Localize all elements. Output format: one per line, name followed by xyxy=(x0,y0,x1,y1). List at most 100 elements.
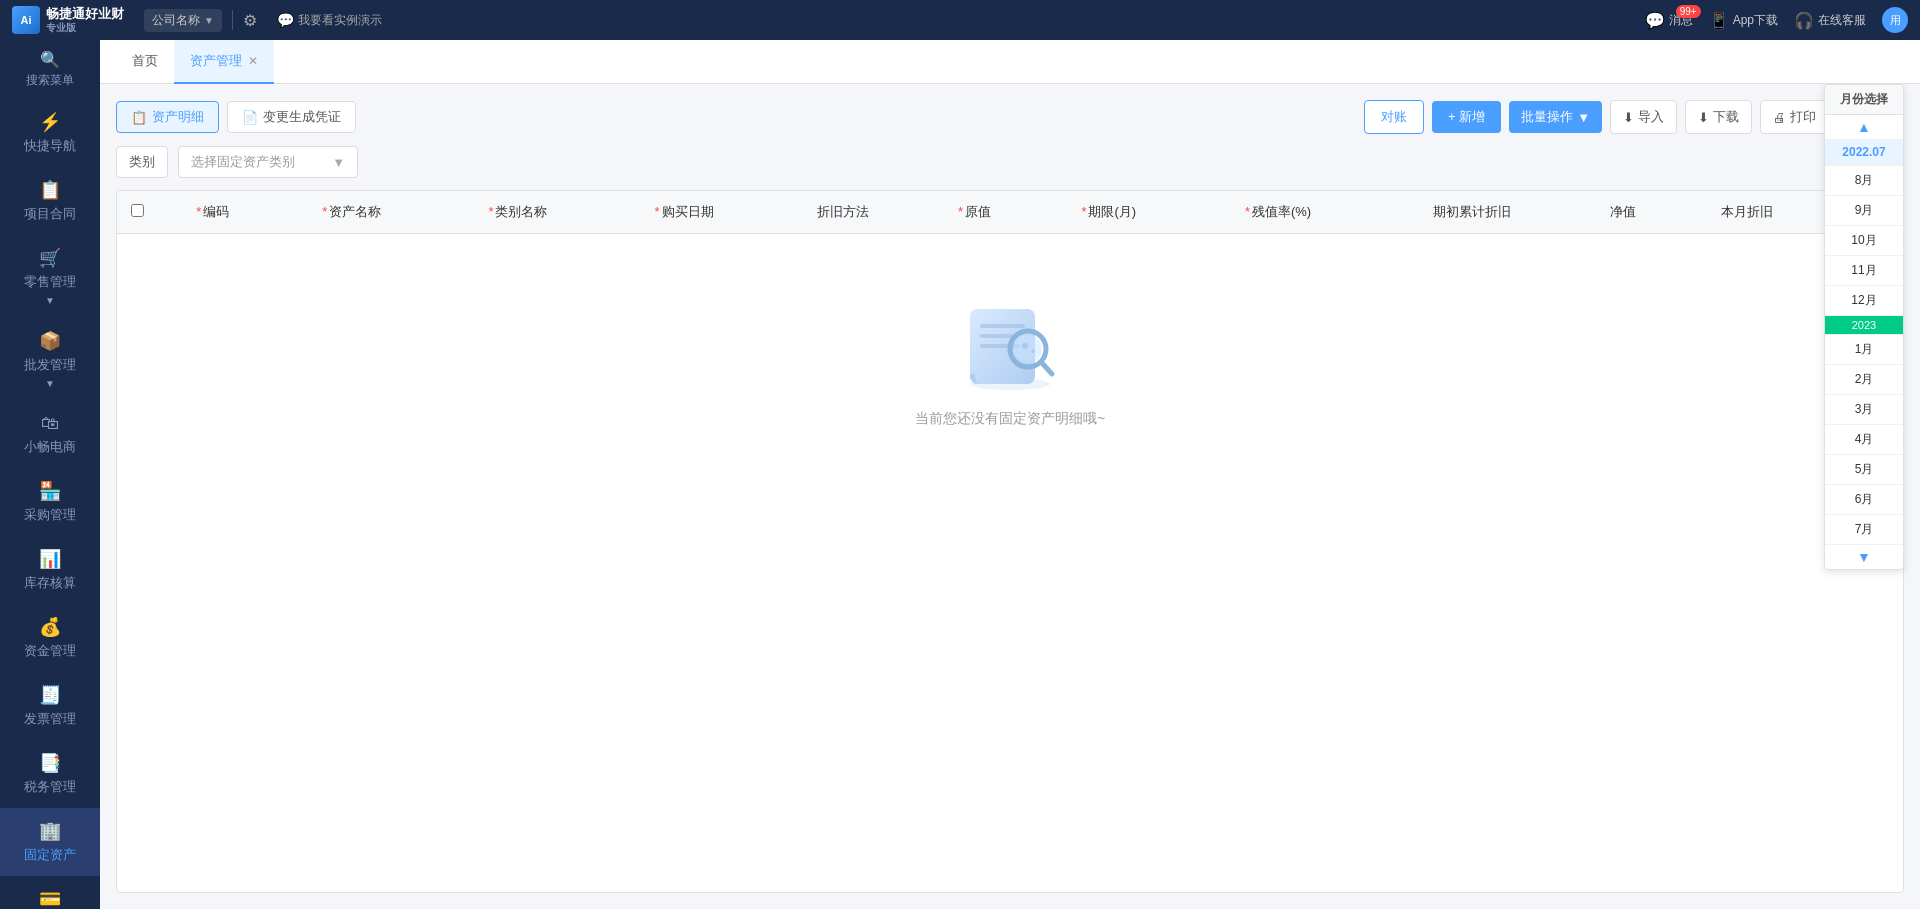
sidebar-project-label: 项目合同 xyxy=(24,205,76,223)
col-header-accumulated-depreciation: 期初累计折旧 xyxy=(1369,191,1575,234)
month-item-11[interactable]: 11月 xyxy=(1825,256,1903,286)
month-item-4-2023[interactable]: 4月 xyxy=(1825,425,1903,455)
print-label: 打印 xyxy=(1790,108,1816,126)
col-header-depreciation-method: 折旧方法 xyxy=(767,191,918,234)
main-layout: 🔍 搜索菜单 ⚡ 快捷导航 📋 项目合同 🛒 零售管理 ▼ 📦 批发管理 ▼ 🛍… xyxy=(0,40,1920,909)
demo-button[interactable]: 💬 我要看实例演示 xyxy=(277,12,382,29)
sidebar-item-inventory[interactable]: 📊 库存核算 xyxy=(0,536,100,604)
import-button[interactable]: ⬇ 导入 xyxy=(1610,100,1677,134)
ecommerce-icon: 🛍 xyxy=(41,413,59,434)
select-all-checkbox[interactable] xyxy=(131,204,144,217)
import-label: 导入 xyxy=(1638,108,1664,126)
app-download-button[interactable]: 📱 App下载 xyxy=(1709,11,1778,30)
download-button[interactable]: ⬇ 下载 xyxy=(1685,100,1752,134)
col-residual-rate-label: 残值率(%) xyxy=(1252,204,1311,219)
online-service-button[interactable]: 🎧 在线客服 xyxy=(1794,11,1866,30)
sidebar-item-tax[interactable]: 📑 税务管理 xyxy=(0,740,100,808)
month-item-1-2023[interactable]: 1月 xyxy=(1825,335,1903,365)
project-icon: 📋 xyxy=(39,179,61,201)
app-download-label: App下载 xyxy=(1733,12,1778,29)
empty-message: 当前您还没有固定资产明细哦~ xyxy=(915,410,1105,428)
month-nav-up[interactable]: ▲ xyxy=(1825,115,1903,139)
month-item-8[interactable]: 8月 xyxy=(1825,166,1903,196)
sidebar-item-project[interactable]: 📋 项目合同 xyxy=(0,167,100,235)
col-accumulated-depreciation-label: 期初累计折旧 xyxy=(1433,204,1511,219)
download-label: 下载 xyxy=(1713,108,1739,126)
sidebar-search-button[interactable]: 🔍 搜索菜单 xyxy=(0,40,100,99)
month-item-6-2023[interactable]: 6月 xyxy=(1825,485,1903,515)
tab-close-icon[interactable]: ✕ xyxy=(248,54,258,68)
brand-edition: 专业版 xyxy=(46,22,124,34)
month-item-7-2023[interactable]: 7月 xyxy=(1825,515,1903,545)
sidebar-ecommerce-label: 小畅电商 xyxy=(24,438,76,456)
purchase-icon: 🏪 xyxy=(39,480,61,502)
month-item-9[interactable]: 9月 xyxy=(1825,196,1903,226)
batch-button[interactable]: 批量操作 ▼ xyxy=(1509,101,1602,133)
sidebar-tax-label: 税务管理 xyxy=(24,778,76,796)
month-item-period[interactable]: 2022.07 xyxy=(1825,139,1903,166)
sidebar-retail-label: 零售管理 xyxy=(24,273,76,291)
brand-name: 畅捷通好业财 xyxy=(46,6,124,22)
svg-point-9 xyxy=(1022,343,1028,349)
sub-tab-voucher[interactable]: 📄 变更生成凭证 xyxy=(227,101,356,133)
month-item-2-2023[interactable]: 2月 xyxy=(1825,365,1903,395)
right-actions: 💬 消息 99+ 📱 App下载 🎧 在线客服 用 xyxy=(1645,7,1908,33)
settings-button[interactable]: ⚙ xyxy=(243,11,257,30)
sidebar-fixed-assets-label: 固定资产 xyxy=(24,846,76,864)
filter-category-select[interactable]: 选择固定资产类别 ▼ xyxy=(178,146,358,178)
brand-logo: Ai 畅捷通好业财 专业版 xyxy=(12,6,124,34)
sidebar-item-finance[interactable]: 💰 资金管理 xyxy=(0,604,100,672)
assets-table: *编码 *资产名称 *类别名称 *购买日期 折旧方法 *原值 *期限(月) *残… xyxy=(117,191,1903,234)
sidebar-item-retail[interactable]: 🛒 零售管理 ▼ xyxy=(0,235,100,318)
chevron-down-icon: ▼ xyxy=(204,15,214,26)
wholesale-expand-icon: ▼ xyxy=(45,378,55,389)
sidebar-item-quick-nav[interactable]: ⚡ 快捷导航 xyxy=(0,99,100,167)
search-label: 搜索菜单 xyxy=(26,72,74,89)
user-avatar[interactable]: 用 xyxy=(1882,7,1908,33)
sidebar-finance-label: 资金管理 xyxy=(24,642,76,660)
messages-button[interactable]: 💬 消息 99+ xyxy=(1645,11,1693,30)
print-button[interactable]: 🖨 打印 xyxy=(1760,100,1829,134)
tab-home[interactable]: 首页 xyxy=(116,40,174,84)
app-download-icon: 📱 xyxy=(1709,11,1729,30)
search-icon: 🔍 xyxy=(40,50,60,69)
sub-tab-detail[interactable]: 📋 资产明细 xyxy=(116,101,219,133)
filter-bar: 类别 选择固定资产类别 ▼ xyxy=(116,146,1904,178)
sidebar-item-wholesale[interactable]: 📦 批发管理 ▼ xyxy=(0,318,100,401)
add-button[interactable]: + 新增 xyxy=(1432,101,1501,133)
col-header-residual-rate: *残值率(%) xyxy=(1187,191,1368,234)
month-item-12[interactable]: 12月 xyxy=(1825,286,1903,316)
month-item-10[interactable]: 10月 xyxy=(1825,226,1903,256)
col-depreciation-method-label: 折旧方法 xyxy=(817,204,869,219)
sidebar-invoice-label: 发票管理 xyxy=(24,710,76,728)
company-selector[interactable]: 公司名称 ▼ xyxy=(144,9,222,32)
month-item-5-2023[interactable]: 5月 xyxy=(1825,455,1903,485)
col-header-asset-name: *资产名称 xyxy=(269,191,435,234)
col-header-original-value: *原值 xyxy=(919,191,1031,234)
month-nav-down[interactable]: ▼ xyxy=(1825,545,1903,569)
finance-icon: 💰 xyxy=(39,616,61,638)
table-header-row: *编码 *资产名称 *类别名称 *购买日期 折旧方法 *原值 *期限(月) *残… xyxy=(117,191,1903,234)
sidebar-item-ecommerce[interactable]: 🛍 小畅电商 xyxy=(0,401,100,468)
sidebar-inventory-label: 库存核算 xyxy=(24,574,76,592)
col-original-value-label: 原值 xyxy=(965,204,991,219)
action-buttons: 对账 + 新增 批量操作 ▼ ⬇ 导入 ⬇ 下载 xyxy=(1364,100,1904,134)
voucher-tab-icon: 📄 xyxy=(242,110,258,125)
tab-assets[interactable]: 资产管理 ✕ xyxy=(174,40,274,84)
retail-expand-icon: ▼ xyxy=(45,295,55,306)
page-content: 📋 资产明细 📄 变更生成凭证 对账 + 新增 批量操作 xyxy=(100,84,1920,909)
demo-icon: 💬 xyxy=(277,12,294,28)
fixed-assets-icon: 🏢 xyxy=(39,820,61,842)
reconcile-button[interactable]: 对账 xyxy=(1364,100,1424,134)
sidebar-item-salary[interactable]: 💳 工资 xyxy=(0,876,100,909)
current-period-label: 2022.07 xyxy=(1842,145,1885,159)
sidebar-item-fixed-assets[interactable]: 🏢 固定资产 xyxy=(0,808,100,876)
col-monthly-depreciation-label: 本月折旧 xyxy=(1721,204,1773,219)
col-code-label: 编码 xyxy=(203,204,229,219)
online-service-label: 在线客服 xyxy=(1818,12,1866,29)
filter-category-placeholder: 选择固定资产类别 xyxy=(191,153,295,171)
col-header-net-value: 净值 xyxy=(1575,191,1672,234)
sidebar-item-invoice[interactable]: 🧾 发票管理 xyxy=(0,672,100,740)
sidebar-item-purchase[interactable]: 🏪 采购管理 xyxy=(0,468,100,536)
month-item-3-2023[interactable]: 3月 xyxy=(1825,395,1903,425)
